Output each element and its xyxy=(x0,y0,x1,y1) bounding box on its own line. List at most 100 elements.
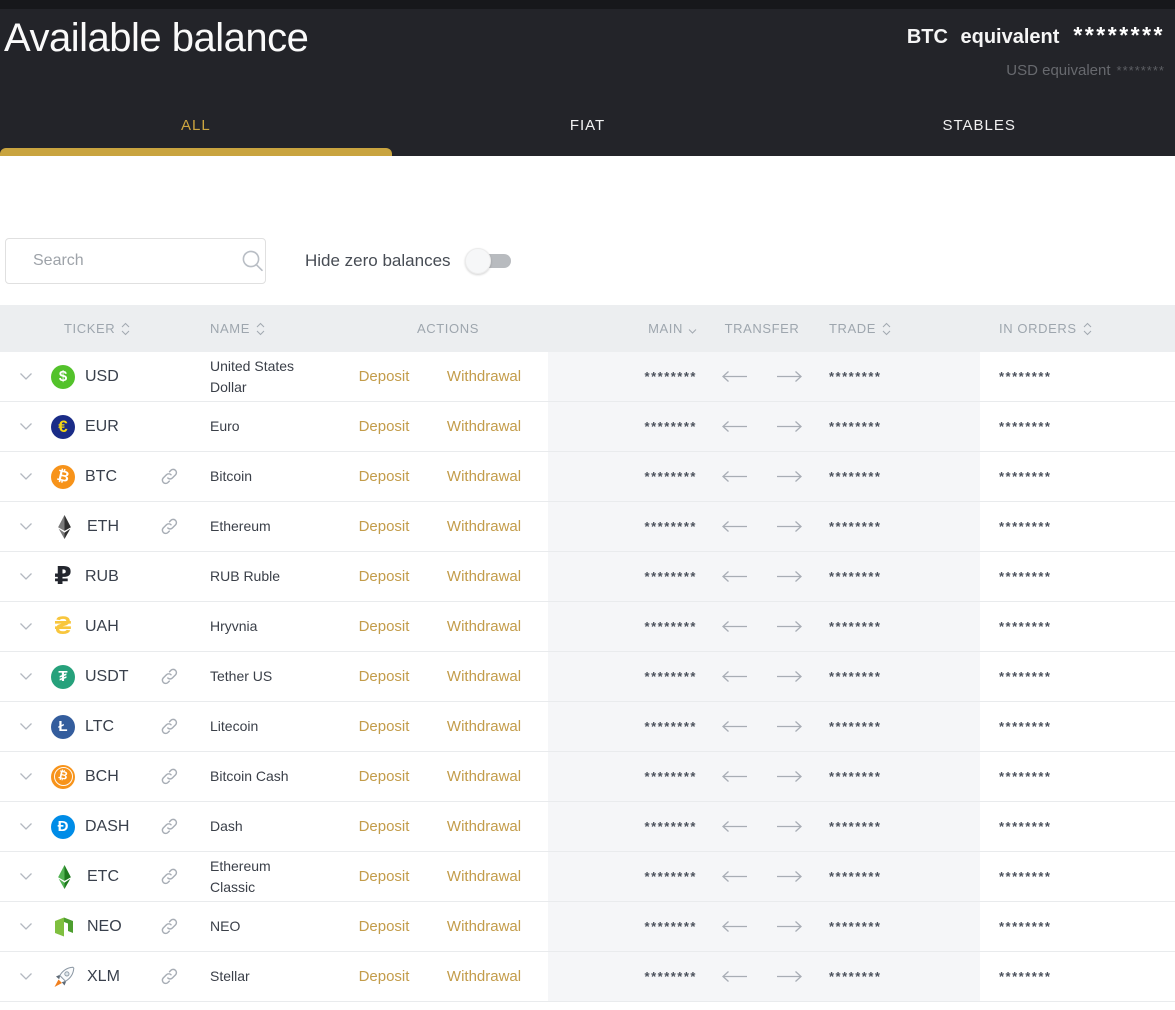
transfer-left-arrow-icon[interactable] xyxy=(721,870,748,883)
withdrawal-link[interactable]: Withdrawal xyxy=(447,418,521,435)
transfer-right-arrow-icon[interactable] xyxy=(776,920,803,933)
transfer-left-arrow-icon[interactable] xyxy=(721,970,748,983)
transfer-left-arrow-icon[interactable] xyxy=(721,720,748,733)
chain-link-icon[interactable] xyxy=(159,666,180,687)
main-balance-value: ******** xyxy=(645,369,697,384)
hide-zero-toggle[interactable] xyxy=(465,248,511,274)
row-expander[interactable] xyxy=(0,952,51,1001)
transfer-left-arrow-icon[interactable] xyxy=(721,470,748,483)
row-expander[interactable] xyxy=(0,752,51,801)
main-balance-cell: ******** xyxy=(548,552,712,601)
row-expander[interactable] xyxy=(0,552,51,601)
withdrawal-link[interactable]: Withdrawal xyxy=(447,768,521,785)
bch-coin-icon: ₿ xyxy=(51,765,75,789)
transfer-right-arrow-icon[interactable] xyxy=(776,970,803,983)
deposit-link[interactable]: Deposit xyxy=(359,418,410,435)
column-header-ticker[interactable]: TICKER xyxy=(51,305,157,352)
column-header-name[interactable]: NAME xyxy=(198,305,348,352)
row-expander[interactable] xyxy=(0,652,51,701)
transfer-left-arrow-icon[interactable] xyxy=(721,370,748,383)
in-orders-cell: ******** xyxy=(980,952,1175,1001)
deposit-link[interactable]: Deposit xyxy=(359,718,410,735)
deposit-link[interactable]: Deposit xyxy=(359,568,410,585)
row-expander[interactable] xyxy=(0,802,51,851)
chain-link-icon[interactable] xyxy=(159,966,180,987)
ticker-cell: Ł LTC xyxy=(51,702,157,751)
ticker-label: DASH xyxy=(85,818,129,836)
transfer-right-arrow-icon[interactable] xyxy=(776,870,803,883)
deposit-link[interactable]: Deposit xyxy=(359,868,410,885)
transfer-right-arrow-icon[interactable] xyxy=(776,720,803,733)
withdrawal-link[interactable]: Withdrawal xyxy=(447,918,521,935)
transfer-left-arrow-icon[interactable] xyxy=(721,620,748,633)
link-cell xyxy=(157,402,198,451)
transfer-left-arrow-icon[interactable] xyxy=(721,570,748,583)
row-expander[interactable] xyxy=(0,852,51,901)
column-header-in-orders[interactable]: IN ORDERS xyxy=(980,305,1175,352)
deposit-link[interactable]: Deposit xyxy=(359,668,410,685)
chain-link-icon[interactable] xyxy=(159,916,180,937)
transfer-right-arrow-icon[interactable] xyxy=(776,470,803,483)
withdrawal-link[interactable]: Withdrawal xyxy=(447,518,521,535)
tab-all[interactable]: ALL xyxy=(0,95,392,156)
column-header-main[interactable]: MAIN xyxy=(548,305,712,352)
chain-link-icon[interactable] xyxy=(159,866,180,887)
coin-name-label: Bitcoin Cash xyxy=(210,766,289,787)
chain-link-icon[interactable] xyxy=(159,466,180,487)
row-expander[interactable] xyxy=(0,352,51,401)
withdrawal-link[interactable]: Withdrawal xyxy=(447,868,521,885)
etc-coin-icon xyxy=(51,864,77,890)
transfer-right-arrow-icon[interactable] xyxy=(776,570,803,583)
transfer-right-arrow-icon[interactable] xyxy=(776,370,803,383)
transfer-left-arrow-icon[interactable] xyxy=(721,920,748,933)
withdrawal-link[interactable]: Withdrawal xyxy=(447,568,521,585)
withdrawal-link[interactable]: Withdrawal xyxy=(447,968,521,985)
transfer-right-arrow-icon[interactable] xyxy=(776,770,803,783)
chevron-down-icon xyxy=(19,972,33,981)
transfer-left-arrow-icon[interactable] xyxy=(721,420,748,433)
withdrawal-link[interactable]: Withdrawal xyxy=(447,618,521,635)
deposit-link[interactable]: Deposit xyxy=(359,368,410,385)
row-expander[interactable] xyxy=(0,452,51,501)
withdrawal-link[interactable]: Withdrawal xyxy=(447,818,521,835)
transfer-left-arrow-icon[interactable] xyxy=(721,670,748,683)
transfer-left-arrow-icon[interactable] xyxy=(721,770,748,783)
search-box[interactable] xyxy=(5,238,266,284)
transfer-cell xyxy=(712,902,812,951)
row-expander[interactable] xyxy=(0,602,51,651)
tab-stables[interactable]: STABLES xyxy=(783,95,1175,156)
deposit-link[interactable]: Deposit xyxy=(359,918,410,935)
main-balance-value: ******** xyxy=(645,819,697,834)
transfer-right-arrow-icon[interactable] xyxy=(776,820,803,833)
search-input[interactable] xyxy=(33,252,240,270)
deposit-link[interactable]: Deposit xyxy=(359,518,410,535)
transfer-left-arrow-icon[interactable] xyxy=(721,820,748,833)
chain-link-icon[interactable] xyxy=(159,816,180,837)
row-expander[interactable] xyxy=(0,702,51,751)
chain-link-icon[interactable] xyxy=(159,766,180,787)
withdrawal-link[interactable]: Withdrawal xyxy=(447,368,521,385)
withdrawal-link[interactable]: Withdrawal xyxy=(447,718,521,735)
deposit-link[interactable]: Deposit xyxy=(359,468,410,485)
chain-link-icon[interactable] xyxy=(159,516,180,537)
transfer-right-arrow-icon[interactable] xyxy=(776,670,803,683)
withdrawal-link[interactable]: Withdrawal xyxy=(447,468,521,485)
row-expander[interactable] xyxy=(0,902,51,951)
column-header-trade[interactable]: TRADE xyxy=(812,305,980,352)
row-expander[interactable] xyxy=(0,502,51,551)
chain-link-icon[interactable] xyxy=(159,716,180,737)
deposit-link[interactable]: Deposit xyxy=(359,968,410,985)
row-expander[interactable] xyxy=(0,402,51,451)
tab-fiat[interactable]: FIAT xyxy=(392,95,784,156)
deposit-link[interactable]: Deposit xyxy=(359,818,410,835)
transfer-left-arrow-icon[interactable] xyxy=(721,520,748,533)
main-balance-cell: ******** xyxy=(548,402,712,451)
transfer-right-arrow-icon[interactable] xyxy=(776,420,803,433)
transfer-right-arrow-icon[interactable] xyxy=(776,620,803,633)
withdrawal-link[interactable]: Withdrawal xyxy=(447,668,521,685)
main-balance-value: ******** xyxy=(645,469,697,484)
transfer-right-arrow-icon[interactable] xyxy=(776,520,803,533)
deposit-link[interactable]: Deposit xyxy=(359,768,410,785)
chevron-down-icon xyxy=(19,372,33,381)
deposit-link[interactable]: Deposit xyxy=(359,618,410,635)
